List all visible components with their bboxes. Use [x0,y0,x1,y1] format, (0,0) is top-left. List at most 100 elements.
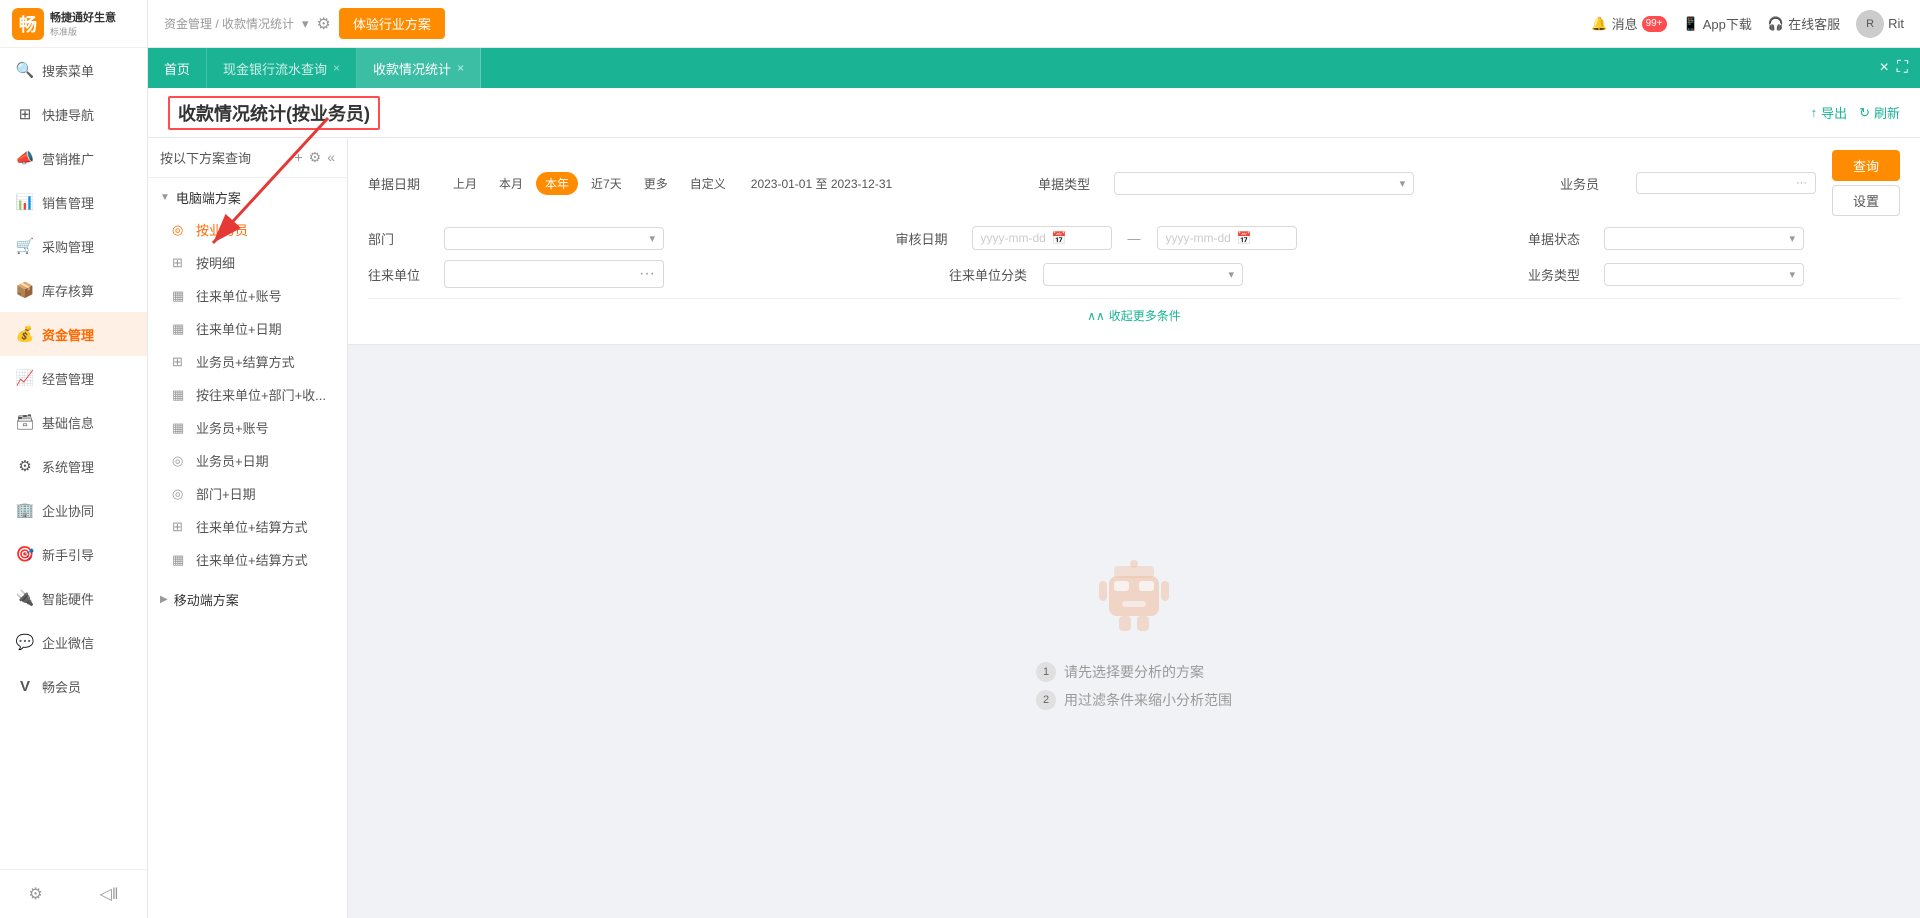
member-icon: V [16,677,34,695]
scheme-item-unit-date[interactable]: ▦ 往来单位+日期 [148,312,347,345]
sidebar-item-guide[interactable]: 🎯 新手引导 [0,532,147,576]
basic-icon: 🗃 [16,413,34,431]
scheme-item-unit-account[interactable]: ▦ 往来单位+账号 [148,279,347,312]
scheme-group-desktop: ▼ 电脑端方案 ◎ 按业务员 ⊞ 按明细 ▦ 往来单位+账号 [148,178,347,580]
scheme-item-dept-date[interactable]: ◎ 部门+日期 [148,477,347,510]
refresh-btn[interactable]: ↻ 刷新 [1859,103,1900,122]
doc-status-chevron-icon: ▾ [1789,232,1795,245]
sidebar-item-enterprise[interactable]: 🏢 企业协同 [0,488,147,532]
unit-settlement1-icon: ⊞ [172,519,188,535]
user-name: Rit [1888,16,1904,31]
tab-close-bank[interactable]: × [333,61,340,75]
tabbar-right: × ⛶ [1879,48,1920,88]
date-tab-this-year[interactable]: 本年 [536,172,578,195]
collapse-filter-btn[interactable]: ∧∧ 收起更多条件 [368,298,1900,332]
maximize-icon[interactable]: ⛶ [1897,59,1908,77]
scheme-item-by-salesperson[interactable]: ◎ 按业务员 [148,213,347,246]
scheme-item-unit-settlement2[interactable]: ▦ 往来单位+结算方式 [148,543,347,576]
doc-type-select[interactable]: ▾ [1114,172,1414,195]
business-type-select[interactable]: ▾ [1604,263,1804,286]
settings-icon[interactable]: ⚙ [317,14,331,34]
salesperson-select[interactable]: ··· [1636,172,1816,194]
business-type-label: 业务类型 [1528,265,1588,284]
sidebar-item-hardware[interactable]: 🔌 智能硬件 [0,576,147,620]
logo-text: 畅捷通好生意 标准版 [50,9,116,38]
scheme-item-salesperson-settlement[interactable]: ⊞ 业务员+结算方式 [148,345,347,378]
notification-btn[interactable]: 🔔 消息 99+ [1591,14,1666,33]
marketing-icon: 📣 [16,149,34,167]
sidebar-item-basic[interactable]: 🗃 基础信息 [0,400,147,444]
filter-row-3: 往来单位 ··· 往来单位分类 ▾ 业务类型 [368,260,1900,288]
review-date-start[interactable]: yyyy-mm-dd 📅 [972,226,1112,250]
query-btn[interactable]: 查询 [1832,150,1900,181]
tab-close-collection[interactable]: × [457,61,464,75]
counterpart-category-select[interactable]: ▾ [1043,263,1243,286]
doc-type-chevron-icon: ▾ [1400,177,1406,190]
sidebar-item-sales[interactable]: 📊 销售管理 [0,180,147,224]
sidebar-item-finance[interactable]: 💰 资金管理 [0,312,147,356]
customer-service-btn[interactable]: 🎧 在线客服 [1768,14,1840,33]
scheme-group-mobile-title[interactable]: ▶ 移动端方案 [148,584,347,615]
sidebar-item-purchase[interactable]: 🛒 采购管理 [0,224,147,268]
salesperson-date-icon: ◎ [172,453,188,469]
tab-bank[interactable]: 现金银行流水查询 × [207,48,357,88]
trial-btn[interactable]: 体验行业方案 [339,8,445,39]
counterpart-select[interactable]: ··· [444,260,664,288]
sidebar-item-operations[interactable]: 📈 经营管理 [0,356,147,400]
sidebar-item-system[interactable]: ⚙ 系统管理 [0,444,147,488]
sidebar-item-inventory[interactable]: 📦 库存核算 [0,268,147,312]
collapse-panel-icon[interactable]: « [327,149,335,166]
main-area: 资金管理 / 收款情况统计 ▾ ⚙ 体验行业方案 🔔 消息 99+ 📱 App下… [148,0,1920,918]
filter-actions: 查询 设置 [1832,150,1900,216]
scheme-item-unit-settlement1[interactable]: ⊞ 往来单位+结算方式 [148,510,347,543]
collapse-sidebar-icon[interactable]: ◁‖ [94,878,125,910]
inventory-icon: 📦 [16,281,34,299]
hint-num-1: 1 [1036,662,1056,682]
export-icon: ↑ [1811,105,1818,120]
date-separator: — [1128,231,1141,246]
tab-home[interactable]: 首页 [148,48,207,88]
app-download-btn[interactable]: 📱 App下载 [1683,14,1752,33]
scheme-group-desktop-title[interactable]: ▼ 电脑端方案 [148,182,347,213]
sales-icon: 📊 [16,193,34,211]
review-date-label: 审核日期 [896,229,956,248]
sidebar-item-wechat[interactable]: 💬 企业微信 [0,620,147,664]
review-date-end[interactable]: yyyy-mm-dd 📅 [1157,226,1297,250]
expand-arrow-icon: ▼ [160,192,170,203]
sidebar-item-member[interactable]: V 畅会员 [0,664,147,708]
date-tab-last-month[interactable]: 上月 [444,172,486,195]
scheme-item-by-detail[interactable]: ⊞ 按明细 [148,246,347,279]
scheme-item-unit-dept[interactable]: ▦ 按往来单位+部门+收... [148,378,347,411]
hardware-icon: 🔌 [16,589,34,607]
date-tabs: 上月 本月 本年 近7天 更多 自定义 [444,172,735,195]
scheme-settings-icon[interactable]: ⚙ [309,149,322,166]
date-tab-this-month[interactable]: 本月 [490,172,532,195]
settings-bottom-icon[interactable]: ⚙ [22,878,48,910]
salesperson-scheme-icon: ◎ [172,222,188,238]
settings-btn[interactable]: 设置 [1832,185,1900,216]
export-btn[interactable]: ↑ 导出 [1811,103,1848,122]
scheme-item-salesperson-date[interactable]: ◎ 业务员+日期 [148,444,347,477]
sidebar-item-marketing[interactable]: 📣 营销推广 [0,136,147,180]
date-tab-custom[interactable]: 自定义 [681,172,735,195]
counterpart-dots[interactable]: ··· [639,265,655,283]
topbar: 资金管理 / 收款情况统计 ▾ ⚙ 体验行业方案 🔔 消息 99+ 📱 App下… [148,0,1920,48]
date-tab-more[interactable]: 更多 [635,172,677,195]
sidebar-item-search[interactable]: 🔍 搜索菜单 [0,48,147,92]
scheme-item-salesperson-account[interactable]: ▦ 业务员+账号 [148,411,347,444]
date-tab-last-7-days[interactable]: 近7天 [582,172,631,195]
filter-row-2: 部门 ▾ 审核日期 yyyy-mm-dd 📅 — [368,226,1900,250]
topbar-left: 资金管理 / 收款情况统计 ▾ ⚙ 体验行业方案 [164,8,445,39]
close-window-icon[interactable]: × [1879,59,1888,77]
sidebar: 畅 畅捷通好生意 标准版 🔍 搜索菜单 ⊞ 快捷导航 📣 营销推广 📊 销售管理… [0,0,148,918]
dept-label: 部门 [368,229,428,248]
user-menu[interactable]: R Rit [1856,10,1904,38]
robot-illustration [1084,546,1184,646]
refresh-icon: ↻ [1859,105,1870,121]
add-scheme-icon[interactable]: + [294,149,302,166]
dept-select[interactable]: ▾ [444,227,664,250]
tab-collection[interactable]: 收款情况统计 × [357,48,481,88]
sidebar-item-quicknav[interactable]: ⊞ 快捷导航 [0,92,147,136]
doc-status-select[interactable]: ▾ [1604,227,1804,250]
breadcrumb-dropdown-icon[interactable]: ▾ [302,16,309,32]
